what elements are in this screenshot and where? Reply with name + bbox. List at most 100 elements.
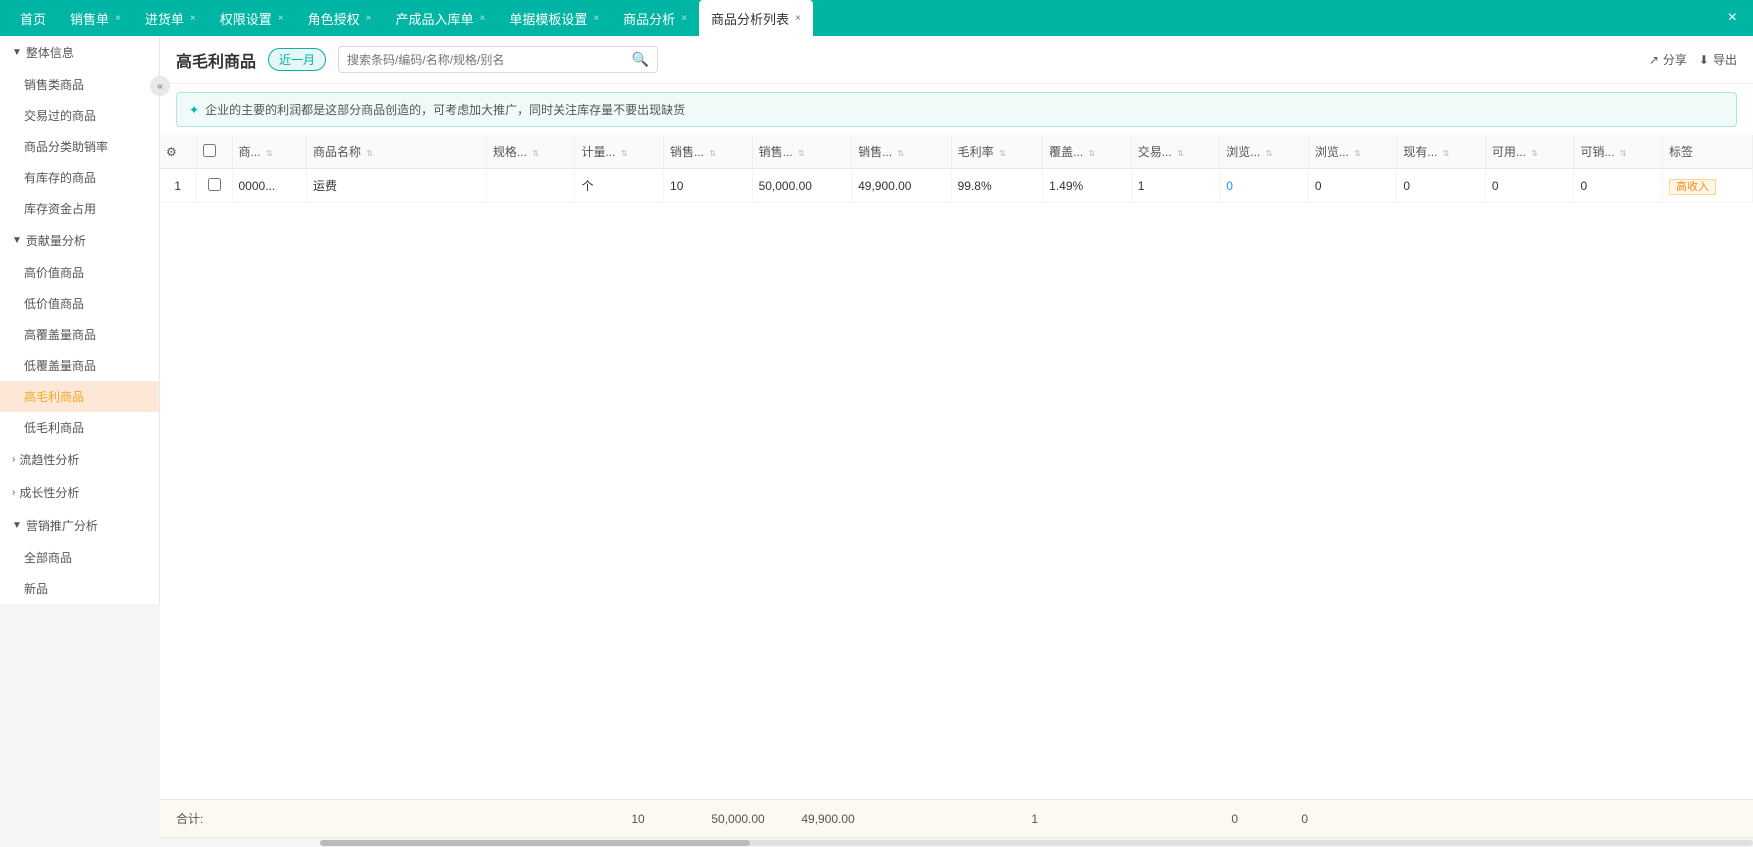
- sidebar-item-all-goods[interactable]: 全部商品: [0, 542, 159, 573]
- row-select-checkbox[interactable]: [208, 178, 221, 191]
- nav-sales-close[interactable]: ×: [115, 13, 121, 24]
- sidebar-item-low-coverage[interactable]: 低覆盖量商品: [0, 350, 159, 381]
- col-trade[interactable]: 交易... ⇅: [1131, 135, 1220, 169]
- row-name: 运费: [307, 169, 487, 203]
- sidebar-group-trend[interactable]: › 流趋性分析: [0, 443, 159, 476]
- row-current: 0: [1397, 169, 1486, 203]
- sort-margin-icon[interactable]: ⇅: [999, 149, 1006, 158]
- sort-name-icon[interactable]: ⇅: [366, 149, 373, 158]
- col-sales2[interactable]: 销售... ⇅: [752, 135, 852, 169]
- sort-trade-icon[interactable]: ⇅: [1177, 149, 1184, 158]
- col-checkbox[interactable]: [196, 135, 232, 169]
- sidebar-item-high-value[interactable]: 高价值商品: [0, 257, 159, 288]
- sort-current-icon[interactable]: ⇅: [1443, 149, 1450, 158]
- sidebar-item-category-rate[interactable]: 商品分类助销率: [0, 131, 159, 162]
- sidebar-group-growth[interactable]: › 成长性分析: [0, 476, 159, 509]
- sidebar-group-overall[interactable]: ▼ 整体信息: [0, 36, 159, 69]
- col-sellable[interactable]: 可销... ⇅: [1574, 135, 1663, 169]
- data-table: ⚙ 商... ⇅ 商品名称 ⇅: [160, 135, 1753, 203]
- nav-product-warehouse-close[interactable]: ×: [479, 13, 485, 24]
- nav-sales[interactable]: 销售单 ×: [58, 0, 133, 36]
- sidebar-group-contribution[interactable]: ▼ 贡献量分析: [0, 224, 159, 257]
- row-sales2: 50,000.00: [752, 169, 852, 203]
- scrollbar-track[interactable]: [320, 840, 1753, 846]
- sort-sellable-icon[interactable]: ⇅: [1620, 149, 1627, 158]
- nav-purchase[interactable]: 进货单 ×: [133, 0, 208, 36]
- nav-permission-close[interactable]: ×: [278, 13, 284, 24]
- export-button[interactable]: ⬇ 导出: [1699, 51, 1737, 68]
- col-available[interactable]: 可用... ⇅: [1485, 135, 1574, 169]
- nav-goods-analysis-list-close[interactable]: ×: [795, 13, 801, 24]
- sort-available-icon[interactable]: ⇅: [1531, 149, 1538, 158]
- share-button[interactable]: ↗ 分享: [1649, 51, 1687, 68]
- nav-product-warehouse[interactable]: 产成品入库单 ×: [383, 0, 497, 36]
- content-area: 高毛利商品 近一月 🔍 ↗ 分享 ⬇ 导出 ✦ 企业的主: [160, 36, 1753, 847]
- col-coverage[interactable]: 覆盖... ⇅: [1043, 135, 1132, 169]
- export-icon: ⬇: [1699, 53, 1709, 67]
- row-available: 0: [1485, 169, 1574, 203]
- col-settings[interactable]: ⚙: [160, 135, 196, 169]
- sidebar-item-sales-goods[interactable]: 销售类商品: [0, 69, 159, 100]
- arrow-contribution: ▼: [12, 235, 22, 246]
- tag-badge: 高收入: [1669, 179, 1716, 195]
- nav-template[interactable]: 单据模板设置 ×: [497, 0, 611, 36]
- sidebar-item-low-margin[interactable]: 低毛利商品: [0, 412, 159, 443]
- sidebar-group-marketing[interactable]: ▼ 营销推广分析: [0, 509, 159, 542]
- col-sales1[interactable]: 销售... ⇅: [664, 135, 753, 169]
- sidebar-item-traded-goods[interactable]: 交易过的商品: [0, 100, 159, 131]
- arrow-marketing: ▼: [12, 520, 22, 531]
- sort-browse2-icon[interactable]: ⇅: [1354, 149, 1361, 158]
- sidebar-item-low-value[interactable]: 低价值商品: [0, 288, 159, 319]
- select-all-checkbox[interactable]: [203, 144, 216, 157]
- horizontal-scrollbar[interactable]: [160, 837, 1753, 847]
- arrow-trend: ›: [12, 454, 15, 465]
- share-icon: ↗: [1649, 53, 1659, 67]
- col-sales3[interactable]: 销售... ⇅: [852, 135, 952, 169]
- settings-icon[interactable]: ⚙: [166, 145, 177, 159]
- sort-sales2-icon[interactable]: ⇅: [798, 149, 805, 158]
- col-current[interactable]: 现有... ⇅: [1397, 135, 1486, 169]
- row-code: 0000...: [232, 169, 307, 203]
- page-title: 高毛利商品: [176, 48, 256, 72]
- sidebar-item-in-stock[interactable]: 有库存的商品: [0, 162, 159, 193]
- header-actions: ↗ 分享 ⬇ 导出: [1649, 51, 1737, 68]
- sort-coverage-icon[interactable]: ⇅: [1089, 149, 1096, 158]
- sort-browse1-icon[interactable]: ⇅: [1266, 149, 1273, 158]
- close-all-tabs[interactable]: ×: [1720, 9, 1745, 27]
- sort-sales1-icon[interactable]: ⇅: [709, 149, 716, 158]
- row-checkbox[interactable]: [196, 169, 232, 203]
- sidebar-item-new-goods[interactable]: 新品: [0, 573, 159, 604]
- sort-sales3-icon[interactable]: ⇅: [897, 149, 904, 158]
- nav-home[interactable]: 首页: [8, 0, 58, 36]
- sidebar-item-stock-funds[interactable]: 库存资金占用: [0, 193, 159, 224]
- col-gross-margin[interactable]: 毛利率 ⇅: [951, 135, 1043, 169]
- nav-purchase-close[interactable]: ×: [190, 13, 196, 24]
- sidebar-item-high-margin[interactable]: 高毛利商品: [0, 381, 159, 412]
- footer-sales3: 49,900.00: [801, 812, 891, 826]
- nav-role-close[interactable]: ×: [366, 13, 372, 24]
- search-box[interactable]: 🔍: [338, 46, 658, 73]
- nav-goods-analysis-list[interactable]: 商品分析列表 ×: [699, 0, 813, 36]
- nav-template-close[interactable]: ×: [593, 13, 599, 24]
- sort-unit-icon[interactable]: ⇅: [621, 149, 628, 158]
- col-browse2[interactable]: 浏览... ⇅: [1308, 135, 1397, 169]
- row-unit: 个: [575, 169, 664, 203]
- nav-goods-analysis[interactable]: 商品分析 ×: [611, 0, 699, 36]
- col-name[interactable]: 商品名称 ⇅: [307, 135, 487, 169]
- nav-permission[interactable]: 权限设置 ×: [208, 0, 296, 36]
- sort-code-icon[interactable]: ⇅: [266, 149, 273, 158]
- col-browse1[interactable]: 浏览... ⇅: [1220, 135, 1309, 169]
- nav-goods-analysis-close[interactable]: ×: [681, 13, 687, 24]
- col-tag[interactable]: 标签: [1663, 135, 1753, 169]
- sort-spec-icon[interactable]: ⇅: [532, 149, 539, 158]
- sidebar-collapse-button[interactable]: «: [150, 76, 170, 96]
- footer-available: 0: [1301, 812, 1371, 826]
- col-code[interactable]: 商... ⇅: [232, 135, 307, 169]
- search-input[interactable]: [347, 53, 632, 67]
- col-unit[interactable]: 计量... ⇅: [575, 135, 664, 169]
- sidebar-item-high-coverage[interactable]: 高覆盖量商品: [0, 319, 159, 350]
- col-spec[interactable]: 规格... ⇅: [486, 135, 575, 169]
- filter-recent-month[interactable]: 近一月: [268, 48, 326, 71]
- scrollbar-thumb[interactable]: [320, 840, 750, 846]
- nav-role[interactable]: 角色授权 ×: [296, 0, 384, 36]
